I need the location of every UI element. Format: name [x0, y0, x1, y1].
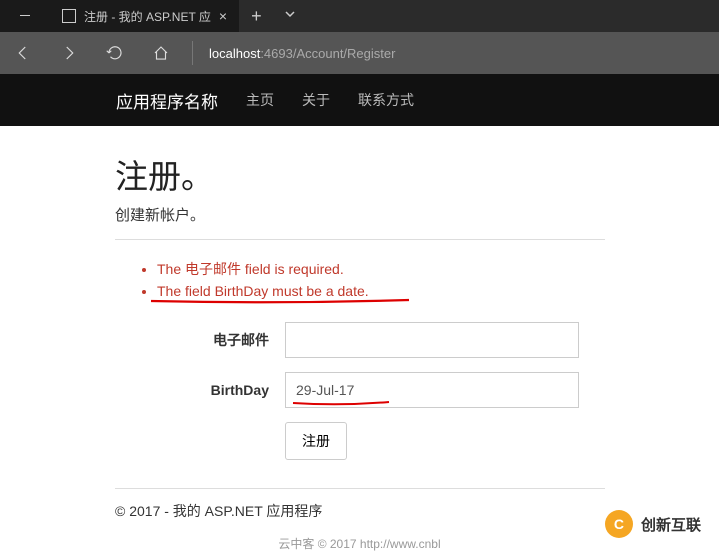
new-tab-button[interactable]: + — [239, 6, 274, 27]
annotation-underline-icon — [149, 298, 411, 304]
divider — [115, 239, 605, 240]
submit-row: 注册 — [285, 422, 719, 460]
browser-navbar: localhost:4693/Account/Register — [0, 32, 719, 74]
home-button[interactable] — [142, 34, 180, 72]
watermark-text: 创新互联 — [641, 514, 701, 535]
footer-divider — [115, 488, 605, 489]
back-arrow-icon — [14, 44, 32, 62]
nav-link-home[interactable]: 主页 — [246, 90, 274, 110]
page-content: 注册。 创建新帐户。 The 电子邮件 field is required. T… — [0, 126, 719, 521]
back-button[interactable] — [4, 34, 42, 72]
form-row-email: 电子邮件 — [115, 322, 719, 358]
validation-summary: The 电子邮件 field is required. The field Bi… — [143, 258, 719, 302]
page-subtitle: 创建新帐户。 — [115, 204, 719, 225]
watermark: C 创新互联 — [605, 510, 701, 538]
form-row-birthday: BirthDay — [115, 372, 719, 408]
home-icon — [152, 44, 170, 62]
address-path: :4693/Account/Register — [260, 46, 395, 61]
address-bar[interactable]: localhost:4693/Account/Register — [205, 46, 715, 61]
email-field[interactable] — [285, 322, 579, 358]
brand-title[interactable]: 应用程序名称 — [116, 88, 218, 113]
nav-link-contact[interactable]: 联系方式 — [358, 90, 414, 110]
tab-title: 注册 - 我的 ASP.NET 应 — [84, 8, 211, 25]
site-navbar: 应用程序名称 主页 关于 联系方式 — [0, 74, 719, 126]
birthday-label: BirthDay — [115, 382, 285, 398]
close-icon[interactable]: × — [219, 8, 227, 24]
browser-titlebar: 注册 - 我的 ASP.NET 应 × + — [0, 0, 719, 32]
address-host: localhost — [209, 46, 260, 61]
window-controls[interactable] — [0, 0, 50, 32]
nav-link-about[interactable]: 关于 — [302, 90, 330, 110]
annotation-underline-icon — [291, 401, 391, 406]
page-title: 注册。 — [115, 150, 719, 198]
nav-divider — [192, 41, 193, 65]
forward-button[interactable] — [50, 34, 88, 72]
register-button[interactable]: 注册 — [285, 422, 347, 460]
refresh-icon — [106, 44, 124, 62]
refresh-button[interactable] — [96, 34, 134, 72]
error-email-required: The 电子邮件 field is required. — [157, 258, 719, 280]
forward-arrow-icon — [60, 44, 78, 62]
tabs-dropdown-icon[interactable] — [274, 7, 306, 25]
watermark-logo-icon: C — [605, 510, 633, 538]
page-icon — [62, 9, 76, 23]
minimize-icon — [20, 11, 30, 21]
browser-tab-active[interactable]: 注册 - 我的 ASP.NET 应 × — [50, 0, 239, 32]
email-label: 电子邮件 — [115, 330, 285, 350]
